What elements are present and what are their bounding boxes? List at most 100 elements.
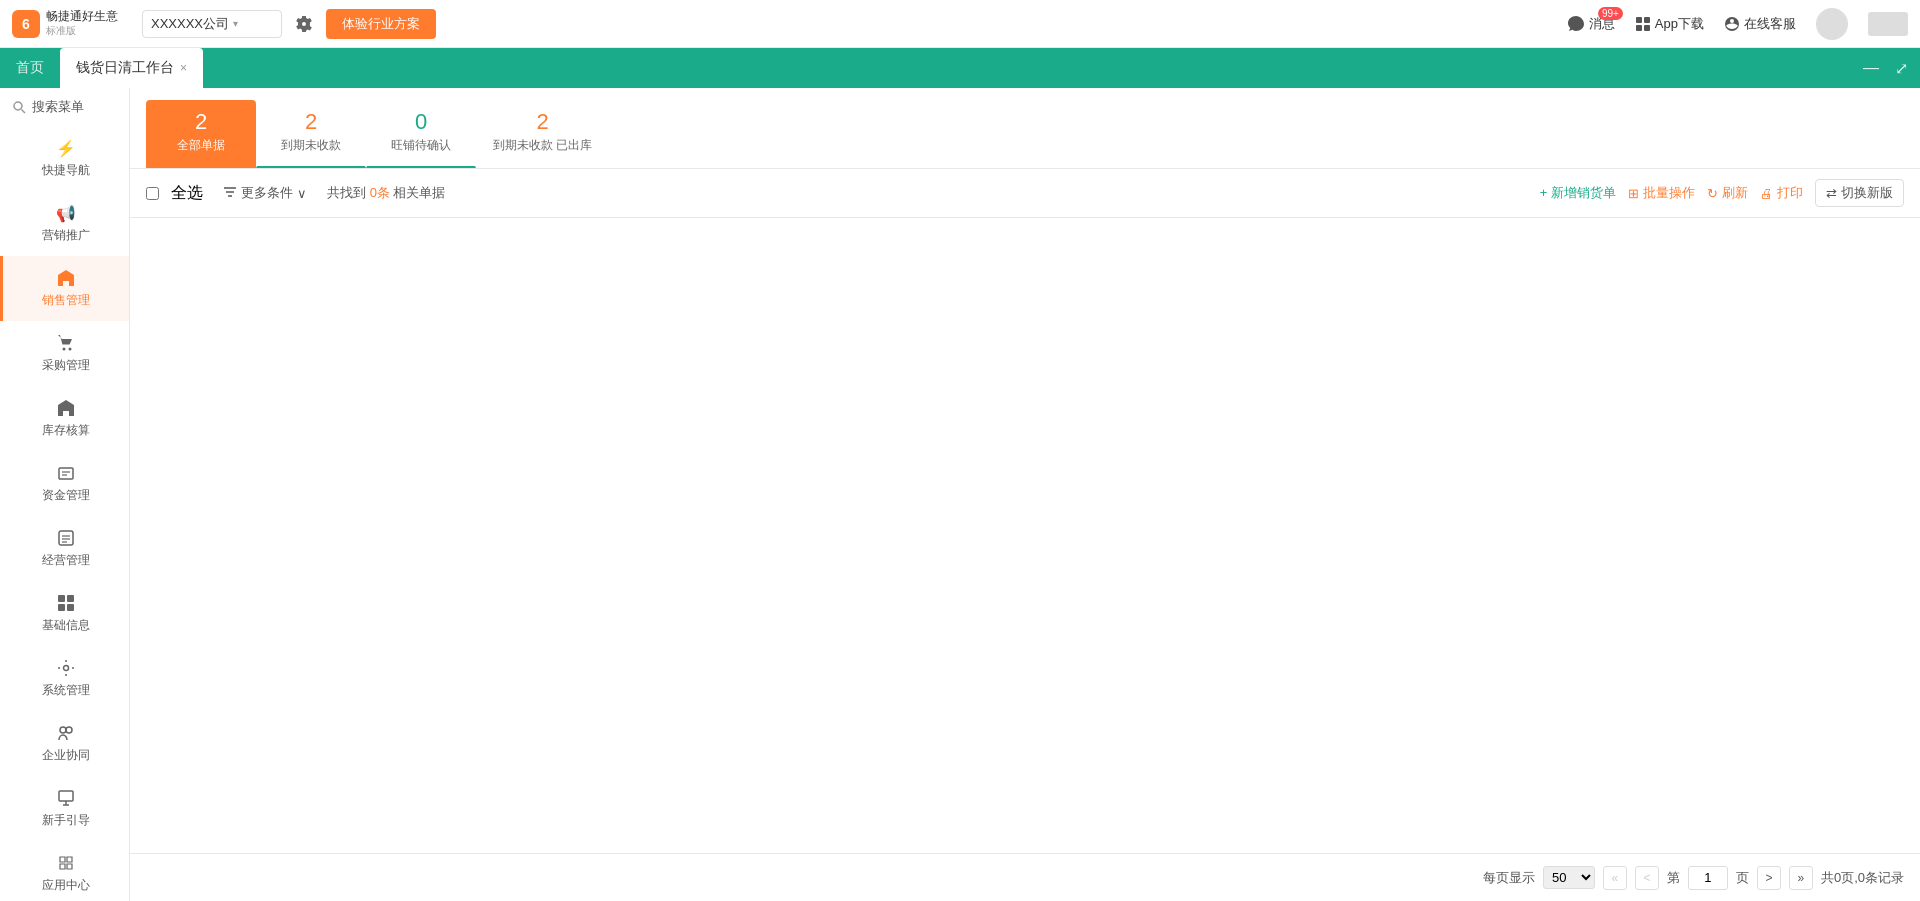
sidebar-item-system[interactable]: 系统管理 bbox=[0, 646, 129, 711]
online-service-label: 在线客服 bbox=[1744, 15, 1796, 33]
sidebar-item-inventory[interactable]: 库存核算 bbox=[0, 386, 129, 451]
svg-rect-3 bbox=[1644, 25, 1650, 31]
last-page-button[interactable]: » bbox=[1789, 866, 1813, 890]
company-name: XXXXXX公司 bbox=[151, 15, 229, 33]
nav-tab-actions: — ⤢ bbox=[1859, 55, 1920, 82]
sidebar-item-basic-info[interactable]: 基础信息 bbox=[0, 581, 129, 646]
search-menu-item[interactable]: 搜索菜单 bbox=[0, 88, 129, 126]
svg-rect-8 bbox=[59, 468, 73, 479]
sidebar-item-operations[interactable]: 经营管理 bbox=[0, 516, 129, 581]
sidebar-item-purchase[interactable]: 采购管理 bbox=[0, 321, 129, 386]
tab-cashflow-workbench[interactable]: 钱货日清工作台 × bbox=[60, 48, 203, 88]
sidebar-item-sales[interactable]: 销售管理 bbox=[0, 256, 129, 321]
tab-all-label: 全部单据 bbox=[163, 137, 239, 154]
first-page-button[interactable]: « bbox=[1603, 866, 1627, 890]
message-badge: 99+ bbox=[1598, 7, 1623, 20]
svg-rect-15 bbox=[58, 595, 65, 602]
svg-point-20 bbox=[60, 727, 66, 733]
page-word: 页 bbox=[1736, 869, 1749, 887]
tab-overdue-label: 到期未收款 bbox=[273, 137, 349, 154]
sidebar-item-quick-nav[interactable]: ⚡ 快捷导航 bbox=[0, 126, 129, 191]
page-number-input[interactable] bbox=[1688, 866, 1728, 890]
logo-line1: 畅捷通好生意 bbox=[46, 9, 118, 25]
sidebar-item-cooperation[interactable]: 企业协同 bbox=[0, 711, 129, 776]
app-download-button[interactable]: App下载 bbox=[1635, 15, 1704, 33]
switch-version-button[interactable]: ⇄ 切换新版 bbox=[1815, 179, 1904, 207]
batch-operation-button[interactable]: ⊞ 批量操作 bbox=[1628, 184, 1695, 202]
tab-close-icon[interactable]: × bbox=[180, 61, 187, 75]
svg-rect-18 bbox=[67, 604, 74, 611]
svg-point-6 bbox=[63, 348, 66, 351]
svg-rect-22 bbox=[59, 791, 73, 801]
batch-icon: ⊞ bbox=[1628, 186, 1639, 201]
search-menu-label: 搜索菜单 bbox=[32, 98, 84, 116]
trial-button[interactable]: 体验行业方案 bbox=[326, 9, 436, 39]
message-button[interactable]: 消息 99+ bbox=[1567, 15, 1615, 33]
tab-unshipped-count: 2 bbox=[493, 109, 592, 135]
chevron-down-icon: ▾ bbox=[233, 18, 238, 29]
per-page-label: 每页显示 bbox=[1483, 869, 1535, 887]
tab-overdue-unshipped[interactable]: 2 到期未收款 已出库 bbox=[476, 100, 609, 168]
filter-chevron-icon: ∨ bbox=[297, 186, 307, 201]
sales-icon bbox=[56, 268, 76, 288]
tab-wangpu-label: 旺铺待确认 bbox=[383, 137, 459, 154]
svg-rect-16 bbox=[67, 595, 74, 602]
found-prefix: 共找到 0条 相关单据 bbox=[327, 184, 445, 202]
filter-label: 更多条件 bbox=[241, 184, 293, 202]
summary-tabs: 2 全部单据 2 到期未收款 0 旺铺待确认 2 到期未收款 已出库 bbox=[130, 88, 1920, 169]
svg-rect-17 bbox=[58, 604, 65, 611]
sidebar-item-guide[interactable]: 新手引导 bbox=[0, 776, 129, 841]
logo-line2: 标准版 bbox=[46, 24, 118, 38]
basic-info-icon bbox=[56, 593, 76, 613]
finance-icon bbox=[56, 463, 76, 483]
page-word-pre: 第 bbox=[1667, 869, 1680, 887]
select-all-checkbox[interactable] bbox=[146, 187, 159, 200]
svg-line-5 bbox=[22, 110, 26, 114]
operations-icon bbox=[56, 528, 76, 548]
minimize-icon[interactable]: — bbox=[1859, 55, 1883, 81]
next-page-button[interactable]: > bbox=[1757, 866, 1781, 890]
app-center-icon bbox=[56, 853, 76, 873]
tab-wangpu-count: 0 bbox=[383, 109, 459, 135]
main-layout: 搜索菜单 ⚡ 快捷导航 📢 营销推广 销售管理 采购管理 库存核算 bbox=[0, 88, 1920, 901]
table-area bbox=[130, 218, 1920, 853]
settings-button[interactable] bbox=[290, 10, 318, 38]
app-download-label: App下载 bbox=[1655, 15, 1704, 33]
pagination: 每页显示 50 100 200 « < 第 页 > » 共0页,0条记录 bbox=[130, 853, 1920, 901]
online-service-button[interactable]: 在线客服 bbox=[1724, 15, 1796, 33]
quick-nav-icon: ⚡ bbox=[56, 138, 76, 158]
switch-icon: ⇄ bbox=[1826, 186, 1837, 201]
top-header: 6 畅捷通好生意 标准版 XXXXXX公司 ▾ 体验行业方案 消息 99+ Ap… bbox=[0, 0, 1920, 48]
guide-icon bbox=[56, 788, 76, 808]
avatar[interactable] bbox=[1816, 8, 1848, 40]
add-order-button[interactable]: + 新增销货单 bbox=[1540, 184, 1616, 202]
refresh-button[interactable]: ↻ 刷新 bbox=[1707, 184, 1748, 202]
toolbar-left: 全选 更多条件 ∨ 共找到 0条 相关单据 bbox=[146, 180, 445, 206]
content-area: 2 全部单据 2 到期未收款 0 旺铺待确认 2 到期未收款 已出库 全选 bbox=[130, 88, 1920, 901]
toolbar: 全选 更多条件 ∨ 共找到 0条 相关单据 + 新增销货单 ⊞ bbox=[130, 169, 1920, 218]
tab-home[interactable]: 首页 bbox=[0, 48, 60, 88]
print-button[interactable]: 🖨 打印 bbox=[1760, 184, 1803, 202]
svg-rect-1 bbox=[1644, 17, 1650, 23]
logo-icon: 6 bbox=[12, 10, 40, 38]
svg-rect-11 bbox=[59, 531, 73, 545]
maximize-icon[interactable]: ⤢ bbox=[1891, 55, 1912, 82]
svg-point-4 bbox=[14, 102, 22, 110]
tab-all-count: 2 bbox=[163, 109, 239, 135]
marketing-icon: 📢 bbox=[56, 203, 76, 223]
sidebar-item-app-center[interactable]: 应用中心 bbox=[0, 841, 129, 901]
print-icon: 🖨 bbox=[1760, 186, 1773, 201]
company-selector[interactable]: XXXXXX公司 ▾ bbox=[142, 10, 282, 38]
svg-rect-2 bbox=[1636, 25, 1642, 31]
sidebar-item-finance[interactable]: 资金管理 bbox=[0, 451, 129, 516]
sidebar-item-marketing[interactable]: 📢 营销推广 bbox=[0, 191, 129, 256]
filter-button[interactable]: 更多条件 ∨ bbox=[215, 180, 315, 206]
select-all-label: 全选 bbox=[171, 183, 203, 204]
sidebar: 搜索菜单 ⚡ 快捷导航 📢 营销推广 销售管理 采购管理 库存核算 bbox=[0, 88, 130, 901]
cooperation-icon bbox=[56, 723, 76, 743]
tab-wangpu-pending[interactable]: 0 旺铺待确认 bbox=[366, 100, 476, 168]
tab-all-orders[interactable]: 2 全部单据 bbox=[146, 100, 256, 168]
per-page-select[interactable]: 50 100 200 bbox=[1543, 866, 1595, 889]
tab-overdue-uncollected[interactable]: 2 到期未收款 bbox=[256, 100, 366, 168]
prev-page-button[interactable]: < bbox=[1635, 866, 1659, 890]
